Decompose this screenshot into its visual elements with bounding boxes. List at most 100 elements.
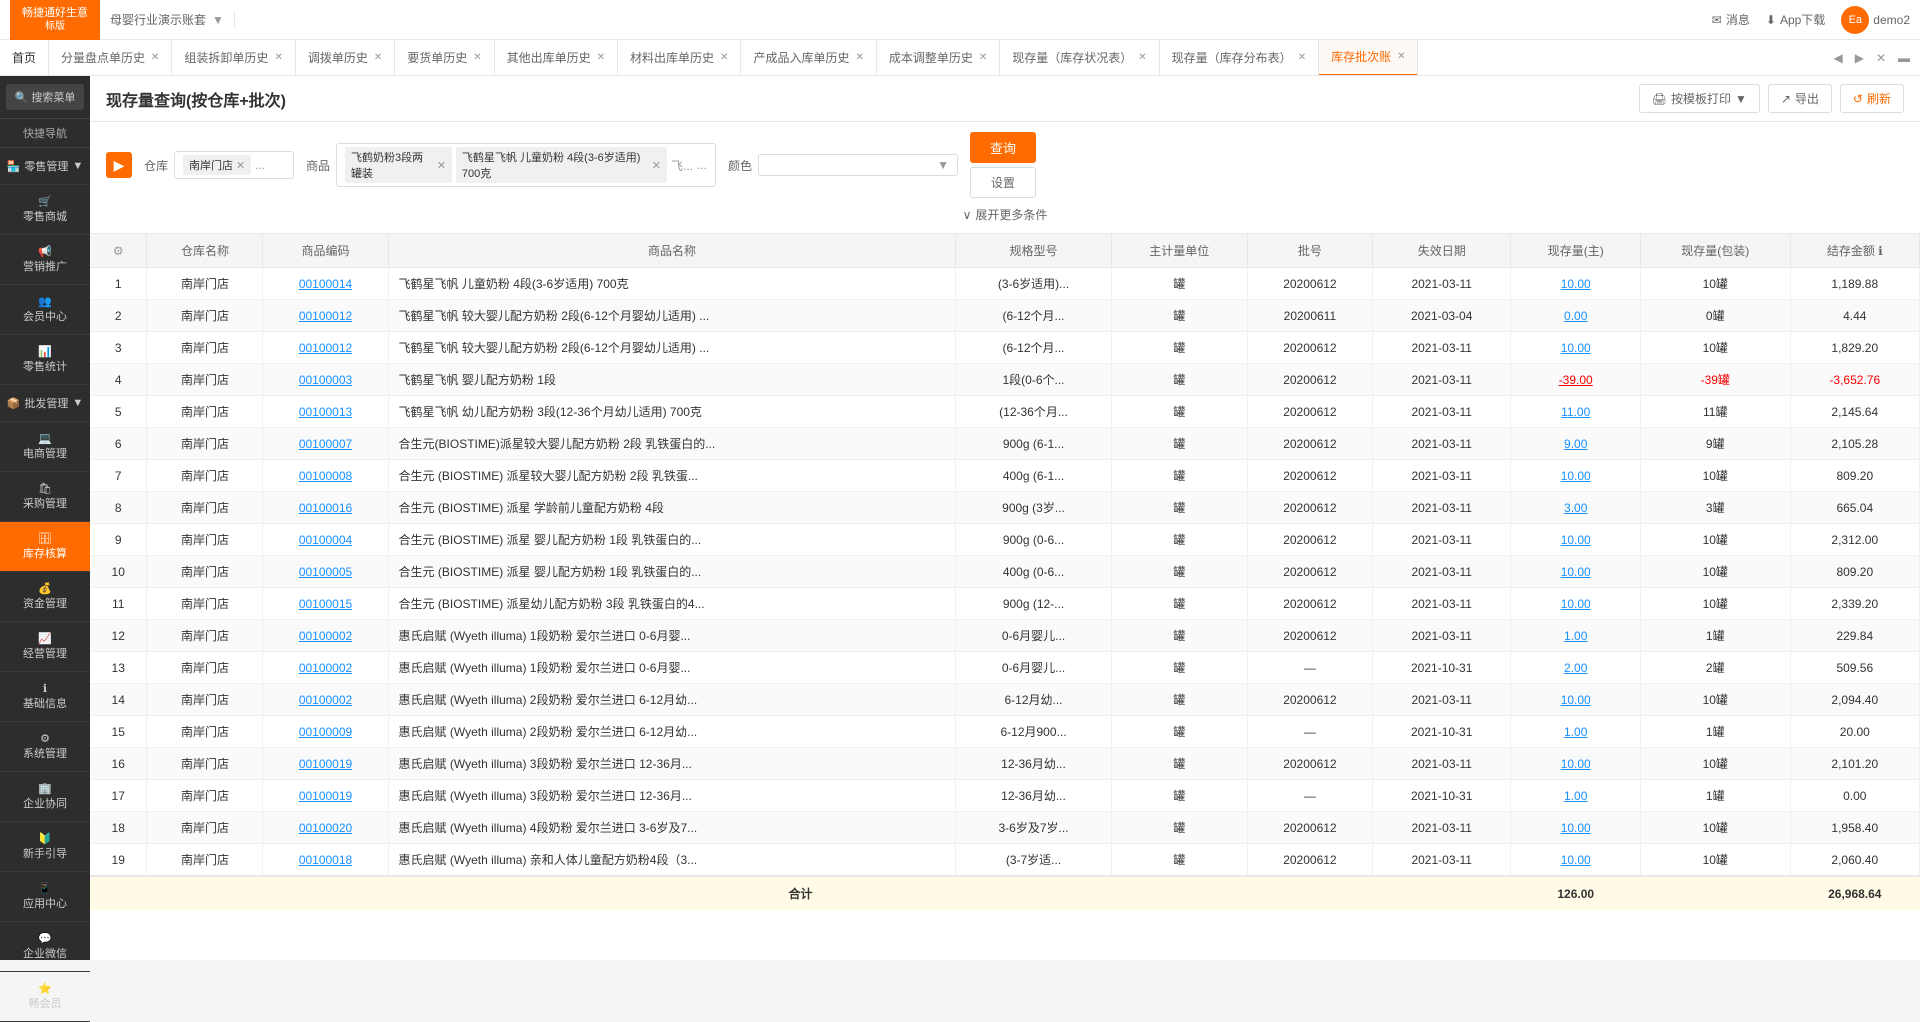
code-link[interactable]: 00100002	[299, 693, 352, 707]
app-download-btn[interactable]: ⬇ App下载	[1766, 11, 1825, 28]
tab-disassembly[interactable]: 组装拆卸单历史 ✕	[172, 40, 295, 76]
sidebar-item-purchase[interactable]: 🛍 采购管理	[0, 472, 90, 522]
warehouse-tag-close[interactable]: ✕	[236, 159, 245, 172]
stock-link[interactable]: 11.00	[1561, 405, 1590, 419]
code-link[interactable]: 00100015	[299, 597, 352, 611]
sidebar-item-retail-stats[interactable]: 📊 零售统计	[0, 335, 90, 385]
sidebar-item-quick-nav[interactable]: 快捷导航	[0, 119, 90, 148]
tabs-prev-btn[interactable]: ◀	[1829, 49, 1846, 67]
sidebar-item-inventory[interactable]: 🗄 库存核算	[0, 522, 90, 572]
code-link[interactable]: 00100004	[299, 533, 352, 547]
industry-selector[interactable]: 母婴行业演示账套 ▼	[100, 11, 235, 28]
tab-batch-account[interactable]: 库存批次账 ✕	[1319, 40, 1418, 76]
code-link[interactable]: 00100016	[299, 501, 352, 515]
sidebar-item-marketing[interactable]: 📢 营销推广	[0, 235, 90, 285]
code-link[interactable]: 00100012	[299, 309, 352, 323]
sidebar-item-member-center[interactable]: 👥 会员中心	[0, 285, 90, 335]
tabs-next-btn[interactable]: ▶	[1851, 49, 1868, 67]
refresh-btn[interactable]: ↺ 刷新	[1840, 84, 1904, 113]
tab-cost-adjust[interactable]: 成本调整单历史 ✕	[877, 40, 1000, 76]
tabs-menu-btn[interactable]: ▬	[1894, 49, 1914, 67]
search-menu-btn[interactable]: 🔍 搜索菜单	[6, 84, 84, 110]
tabs-close-btn[interactable]: ✕	[1872, 49, 1890, 67]
stock-link[interactable]: 2.00	[1564, 661, 1587, 675]
code-link[interactable]: 00100013	[299, 405, 352, 419]
code-link[interactable]: 00100019	[299, 789, 352, 803]
sidebar-item-system[interactable]: ⚙ 系统管理	[0, 722, 90, 772]
stock-link[interactable]: 10.00	[1561, 597, 1591, 611]
sidebar-item-enterprise-wx[interactable]: 💬 企业微信	[0, 922, 90, 972]
close-icon[interactable]: ✕	[979, 52, 987, 63]
color-tag-group[interactable]: ▼	[758, 154, 958, 176]
close-icon[interactable]: ✕	[274, 52, 282, 63]
message-btn[interactable]: ✉ 消息	[1712, 11, 1750, 28]
stock-link[interactable]: 10.00	[1561, 565, 1591, 579]
close-icon[interactable]: ✕	[1298, 52, 1306, 63]
sidebar-item-wholesale[interactable]: 📦 批发管理 ▼	[0, 385, 90, 422]
stock-link[interactable]: 10.00	[1561, 533, 1591, 547]
code-link[interactable]: 00100019	[299, 757, 352, 771]
sidebar-item-app-center[interactable]: 📱 应用中心	[0, 872, 90, 922]
sidebar-item-basic-info[interactable]: ℹ 基础信息	[0, 672, 90, 722]
code-link[interactable]: 00100009	[299, 725, 352, 739]
sidebar-item-member[interactable]: ⭐ 畅会员	[0, 972, 90, 1022]
code-link[interactable]: 00100005	[299, 565, 352, 579]
product-tag-1-close[interactable]: ✕	[437, 159, 446, 172]
tab-stock-dist[interactable]: 现存量（库存分布表） ✕	[1160, 40, 1319, 76]
setting-btn[interactable]: 设置	[970, 167, 1036, 198]
stock-link[interactable]: -39.00	[1559, 373, 1593, 387]
code-link[interactable]: 00100002	[299, 661, 352, 675]
tab-home[interactable]: 首页	[0, 40, 49, 76]
col-settings[interactable]: ⚙	[90, 234, 147, 268]
stock-link[interactable]: 9.00	[1564, 437, 1587, 451]
stock-link[interactable]: 10.00	[1561, 341, 1591, 355]
product-tag-2-close[interactable]: ✕	[652, 159, 661, 172]
user-menu[interactable]: Ea demo2	[1841, 6, 1910, 34]
code-link[interactable]: 00100018	[299, 853, 352, 867]
tab-adjust[interactable]: 调拨单历史 ✕	[296, 40, 395, 76]
code-link[interactable]: 00100002	[299, 629, 352, 643]
sidebar-item-retail-mgmt[interactable]: 🏪 零售管理 ▼	[0, 148, 90, 185]
close-icon[interactable]: ✕	[855, 52, 863, 63]
sidebar-item-operations[interactable]: 📈 经营管理	[0, 622, 90, 672]
tab-split-inventory[interactable]: 分量盘点单历史 ✕	[49, 40, 172, 76]
filter-expand-btn[interactable]: ▶	[106, 152, 132, 178]
product-more[interactable]: 飞...	[671, 157, 693, 174]
sidebar-item-retail-shop[interactable]: 🛒 零售商城	[0, 185, 90, 235]
close-icon[interactable]: ✕	[374, 52, 382, 63]
stock-link[interactable]: 10.00	[1561, 469, 1591, 483]
stock-link[interactable]: 10.00	[1561, 821, 1591, 835]
sidebar-item-finance[interactable]: 💰 资金管理	[0, 572, 90, 622]
settings-icon[interactable]: ⚙	[113, 244, 124, 258]
close-icon[interactable]: ✕	[151, 52, 159, 63]
sidebar-item-ecommerce[interactable]: 💻 电商管理	[0, 422, 90, 472]
export-btn[interactable]: ↗ 导出	[1768, 84, 1832, 113]
stock-link[interactable]: 10.00	[1561, 757, 1591, 771]
warehouse-more[interactable]: ...	[255, 158, 265, 172]
close-icon[interactable]: ✕	[473, 52, 481, 63]
stock-link[interactable]: 1.00	[1564, 725, 1587, 739]
sidebar-item-new-guide[interactable]: 🔰 新手引导	[0, 822, 90, 872]
tab-stock-status[interactable]: 现存量（库存状况表） ✕	[1000, 40, 1159, 76]
stock-link[interactable]: 1.00	[1564, 789, 1587, 803]
code-link[interactable]: 00100014	[299, 277, 352, 291]
code-link[interactable]: 00100003	[299, 373, 352, 387]
query-btn[interactable]: 查询	[970, 132, 1036, 163]
stock-link[interactable]: 1.00	[1564, 629, 1587, 643]
code-link[interactable]: 00100007	[299, 437, 352, 451]
print-btn[interactable]: 🖨 按模板打印 ▼	[1639, 84, 1760, 113]
tab-other-out[interactable]: 其他出库单历史 ✕	[495, 40, 618, 76]
close-icon[interactable]: ✕	[720, 52, 728, 63]
stock-link[interactable]: 0.00	[1564, 309, 1587, 323]
code-link[interactable]: 00100012	[299, 341, 352, 355]
close-icon[interactable]: ✕	[1138, 52, 1146, 63]
tab-material-out[interactable]: 材料出库单历史 ✕	[618, 40, 741, 76]
product-tag-group[interactable]: 飞鹤奶粉3段两罐装 ✕ 飞鹤星飞帆 儿童奶粉 4段(3-6岁适用) 700克 ✕…	[336, 143, 716, 187]
tab-product-in[interactable]: 产成品入库单历史 ✕	[741, 40, 876, 76]
sidebar-item-enterprise[interactable]: 🏢 企业协同	[0, 772, 90, 822]
expand-more-conditions[interactable]: ∨ 展开更多条件	[106, 206, 1904, 223]
code-link[interactable]: 00100020	[299, 821, 352, 835]
product-more-dots[interactable]: ...	[697, 158, 707, 172]
close-icon[interactable]: ✕	[1397, 51, 1405, 62]
warehouse-tag-group[interactable]: 南岸门店 ✕ ...	[174, 151, 294, 179]
